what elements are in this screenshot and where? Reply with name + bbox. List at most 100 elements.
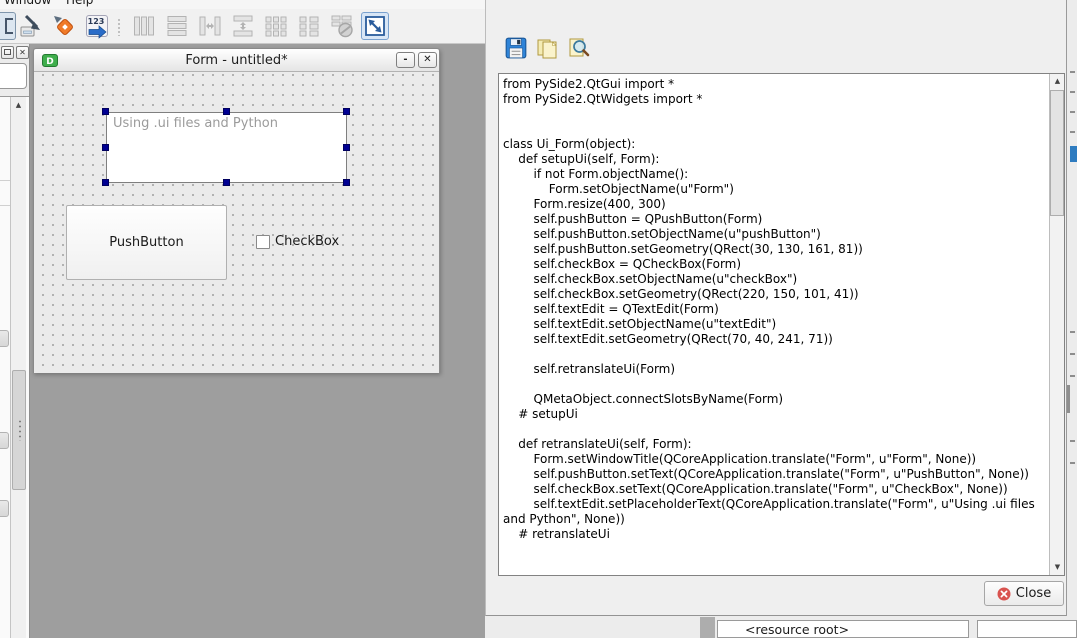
edit-widgets-button[interactable]: [0, 12, 16, 40]
layout-form-button[interactable]: [295, 12, 323, 40]
tree-branch-mark: [1070, 71, 1075, 73]
resource-browser-dock: <resource root>: [485, 616, 1077, 638]
widget-box-list[interactable]: ▲: [0, 96, 29, 638]
widget-box-panel: ✕ ▲: [0, 44, 30, 638]
checkbox-label: CheckBox: [275, 234, 339, 249]
edit-signals-slots-icon: [18, 13, 44, 39]
tree-branch-mark: [1070, 91, 1075, 93]
code-line: self.textEdit = QTextEdit(Form): [503, 302, 1048, 317]
selection-handle-se[interactable]: [343, 179, 350, 186]
widget-filter-input[interactable]: [0, 63, 27, 89]
code-line: self.textEdit.setGeometry(QRect(70, 40, …: [503, 332, 1048, 347]
code-line: def retranslateUi(self, Form):: [503, 437, 1048, 452]
code-line: [503, 377, 1048, 392]
code-scrollbar[interactable]: ▲ ▼: [1049, 74, 1064, 575]
tree-branch-mark: [1070, 111, 1075, 113]
break-layout-button[interactable]: [328, 12, 356, 40]
widget-category-header[interactable]: [0, 432, 9, 449]
textedit-widget[interactable]: Using .ui files and Python: [106, 112, 347, 183]
svg-text:123: 123: [88, 17, 105, 26]
selection-handle-e[interactable]: [343, 144, 350, 151]
scrollbar-thumb[interactable]: [1050, 90, 1064, 216]
code-line: self.pushButton.setGeometry(QRect(30, 13…: [503, 242, 1048, 257]
layout-splitter-horizontal-button[interactable]: [196, 12, 224, 40]
pushbutton-widget[interactable]: PushButton: [66, 205, 227, 280]
code-line: [503, 347, 1048, 362]
selection-handle-w[interactable]: [102, 144, 109, 151]
code-line: from PySide2.QtWidgets import *: [503, 92, 1048, 107]
scroll-up-icon[interactable]: ▲: [11, 98, 26, 113]
widget-category-header[interactable]: [0, 500, 9, 517]
find-in-code-button[interactable]: [567, 36, 591, 60]
view-code-dialog: from PySide2.QtGui import *from PySide2.…: [485, 0, 1066, 616]
toolbar-separator: [118, 18, 120, 36]
layout-splitter-vertical-button[interactable]: [229, 12, 257, 40]
form-canvas[interactable]: Using .ui files and Python PushButton Ch…: [34, 73, 439, 373]
edit-buddies-button[interactable]: [50, 12, 78, 40]
widget-category-header[interactable]: [0, 330, 9, 347]
tree-branch-mark: [1070, 462, 1075, 464]
form-minimize-button[interactable]: -: [396, 52, 415, 68]
resource-list[interactable]: [977, 620, 1077, 638]
layout-splitter-vertical-icon: [230, 13, 256, 39]
save-icon: [504, 36, 528, 60]
layout-vertical-button[interactable]: [163, 12, 191, 40]
code-viewer: from PySide2.QtGui import *from PySide2.…: [498, 73, 1065, 576]
code-line: self.pushButton = QPushButton(Form): [503, 212, 1048, 227]
widget-box-scrollbar[interactable]: ▲: [10, 97, 26, 638]
checkbox-indicator[interactable]: [256, 235, 270, 249]
code-line: Form.resize(400, 300): [503, 197, 1048, 212]
code-line: self.pushButton.setObjectName(u"pushButt…: [503, 227, 1048, 242]
menu-help[interactable]: Help: [66, 0, 93, 7]
scrollbar-thumb[interactable]: [12, 370, 26, 490]
code-line: # retranslateUi: [503, 527, 1048, 542]
edit-tab-order-button[interactable]: 123: [83, 12, 111, 40]
pushbutton-label: PushButton: [109, 235, 183, 250]
selected-row-sliver[interactable]: [1070, 146, 1077, 162]
form-window-titlebar[interactable]: D Form - untitled* - ✕: [34, 49, 439, 72]
form-close-button[interactable]: ✕: [418, 52, 437, 68]
code-line: [503, 107, 1048, 122]
tree-branch-mark: [1070, 440, 1075, 442]
selection-handle-sw[interactable]: [102, 179, 109, 186]
copy-icon: [535, 36, 559, 60]
copy-code-button[interactable]: [535, 36, 559, 60]
resource-tree[interactable]: <resource root>: [717, 620, 969, 638]
menu-window[interactable]: Window: [4, 0, 51, 7]
edit-signals-slots-button[interactable]: [17, 12, 45, 40]
dock-close-button[interactable]: ✕: [16, 46, 29, 59]
close-icon: [997, 587, 1011, 601]
layout-grid-icon: [263, 13, 289, 39]
tree-branch-mark: [1070, 331, 1075, 333]
layout-grid-button[interactable]: [262, 12, 290, 40]
form-designer-window: D Form - untitled* - ✕ Using .ui files a…: [33, 48, 440, 373]
code-line: self.checkBox.setObjectName(u"checkBox"): [503, 272, 1048, 287]
tree-branch-mark: [1070, 375, 1075, 377]
selection-handle-n[interactable]: [223, 108, 230, 115]
adjust-size-button[interactable]: [361, 12, 389, 40]
thumb-grip: [19, 419, 21, 441]
layout-horizontal-button[interactable]: [130, 12, 158, 40]
resource-root-item[interactable]: <resource root>: [718, 621, 968, 637]
code-line: self.retranslateUi(Form): [503, 362, 1048, 377]
right-edge-panel: [1066, 0, 1077, 616]
float-icon: [4, 49, 11, 55]
dock-float-button[interactable]: [1, 46, 14, 59]
tree-branch-mark: [1070, 353, 1075, 355]
selection-handle-nw[interactable]: [102, 108, 109, 115]
code-line: [503, 422, 1048, 437]
scroll-down-icon[interactable]: ▼: [1050, 560, 1065, 575]
checkbox-widget[interactable]: CheckBox: [256, 234, 339, 249]
save-code-button[interactable]: [504, 36, 528, 60]
close-icon: ✕: [19, 48, 26, 57]
code-line: class Ui_Form(object):: [503, 137, 1048, 152]
code-line: Form.setObjectName(u"Form"): [503, 182, 1048, 197]
close-dialog-button[interactable]: Close: [984, 581, 1064, 606]
selection-handle-s[interactable]: [223, 179, 230, 186]
selection-handle-ne[interactable]: [343, 108, 350, 115]
textedit-placeholder: Using .ui files and Python: [107, 113, 346, 134]
scroll-up-icon[interactable]: ▲: [1050, 74, 1065, 89]
menubar: Window Help: [0, 0, 485, 9]
layout-horizontal-icon: [131, 13, 157, 39]
code-text[interactable]: from PySide2.QtGui import *from PySide2.…: [499, 74, 1048, 575]
